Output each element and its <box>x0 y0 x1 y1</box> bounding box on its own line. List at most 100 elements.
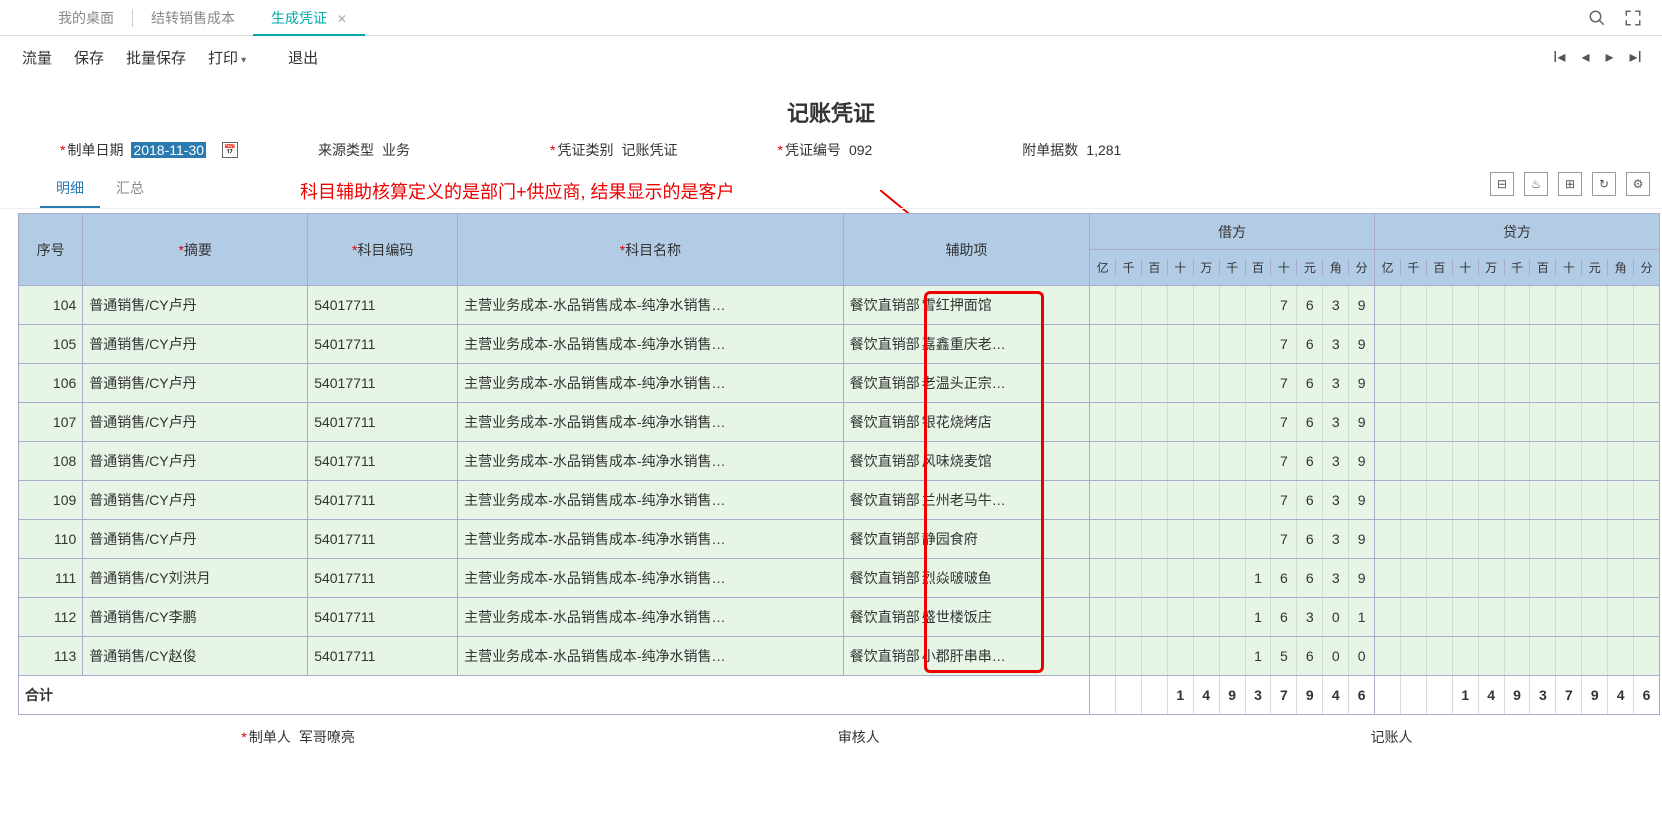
calendar-icon[interactable]: 📅 <box>222 142 238 158</box>
table-row[interactable]: 111普通销售/CY刘洪月54017711主营业务成本-水品销售成本-纯净水销售… <box>19 559 1660 598</box>
voucher-table: 序号 摘要 科目编码 科目名称 辅助项 借方 贷方 亿千百十万千百十元角分 亿千… <box>18 213 1660 715</box>
voucher-type-label: 凭证类别 <box>550 140 613 160</box>
toolbar-nav: I◂ ◂ ▸ ▸I <box>1553 47 1642 67</box>
voucher-type-field: 凭证类别 记账凭证 <box>550 140 677 160</box>
first-icon[interactable]: I◂ <box>1553 47 1565 67</box>
tool-icon-3[interactable]: ⊞ <box>1558 172 1582 196</box>
voucher-type-value[interactable]: 记账凭证 <box>621 140 677 160</box>
auditor-label: 审核人 <box>838 727 880 747</box>
tab-voucher-label: 生成凭证 <box>271 10 327 26</box>
tool-icon-4[interactable]: ↻ <box>1592 172 1616 196</box>
table-row[interactable]: 109普通销售/CY卢丹54017711主营业务成本-水品销售成本-纯净水销售…… <box>19 481 1660 520</box>
aux-customer: 小郡肝串串… <box>922 648 1006 664</box>
col-aux: 辅助项 <box>843 214 1089 286</box>
total-credit: 14937946 <box>1375 676 1660 715</box>
tab-voucher[interactable]: 生成凭证 ✕ <box>253 0 365 36</box>
maker-field: 制单人 军哥嘹亮 <box>241 727 354 747</box>
sub-tab-icons: ⊟ ♨ ⊞ ↻ ⚙ <box>1490 172 1650 196</box>
total-label: 合计 <box>19 676 1090 715</box>
prev-icon[interactable]: ◂ <box>1581 47 1589 67</box>
voucher-no-field: 凭证编号 092 <box>777 140 872 160</box>
table-row[interactable]: 113普通销售/CY赵俊54017711主营业务成本-水品销售成本-纯净水销售…… <box>19 637 1660 676</box>
tab-desktop[interactable]: 我的桌面 <box>40 0 132 36</box>
table-body: 104普通销售/CY卢丹54017711主营业务成本-水品销售成本-纯净水销售…… <box>19 286 1660 715</box>
aux-customer: 银花烧烤店 <box>922 414 992 430</box>
col-debit: 借方 <box>1090 214 1375 250</box>
col-credit: 贷方 <box>1375 214 1660 250</box>
booker-field: 记账人 <box>1371 727 1421 747</box>
top-right-icons <box>1588 0 1642 36</box>
close-icon[interactable]: ✕ <box>337 12 347 26</box>
toolbar: 流量 保存 批量保存 打印 退出 I◂ ◂ ▸ ▸I <box>0 36 1662 78</box>
total-debit: 14937946 <box>1090 676 1375 715</box>
table-head: 序号 摘要 科目编码 科目名称 辅助项 借方 贷方 亿千百十万千百十元角分 亿千… <box>19 214 1660 286</box>
booker-label: 记账人 <box>1371 727 1413 747</box>
source-value: 业务 <box>382 140 410 160</box>
table-row[interactable]: 104普通销售/CY卢丹54017711主营业务成本-水品销售成本-纯净水销售…… <box>19 286 1660 325</box>
aux-customer: 盛世楼饭庄 <box>922 609 992 625</box>
aux-dept: 餐饮直销部 <box>850 453 920 469</box>
col-seq: 序号 <box>19 214 83 286</box>
page-title: 记账凭证 <box>0 78 1662 140</box>
tab-cost[interactable]: 结转销售成本 <box>133 0 253 36</box>
table-row[interactable]: 105普通销售/CY卢丹54017711主营业务成本-水品销售成本-纯净水销售…… <box>19 325 1660 364</box>
fullscreen-icon[interactable] <box>1624 9 1642 27</box>
form-row: 制单日期 2018-11-30 📅 来源类型 业务 凭证类别 记账凭证 凭证编号… <box>0 140 1662 170</box>
date-label: 制单日期 <box>60 140 123 160</box>
tool-icon-2[interactable]: ♨ <box>1524 172 1548 196</box>
aux-dept: 餐饮直销部 <box>850 297 920 313</box>
table-row[interactable]: 110普通销售/CY卢丹54017711主营业务成本-水品销售成本-纯净水销售…… <box>19 520 1660 559</box>
col-name: 科目名称 <box>458 214 844 286</box>
search-icon[interactable] <box>1588 9 1606 27</box>
col-summary: 摘要 <box>83 214 308 286</box>
next-icon[interactable]: ▸ <box>1605 47 1613 67</box>
table-row[interactable]: 108普通销售/CY卢丹54017711主营业务成本-水品销售成本-纯净水销售…… <box>19 442 1660 481</box>
attach-value[interactable]: 1,281 <box>1086 142 1121 158</box>
aux-customer: 雪红押面馆 <box>922 297 992 313</box>
aux-dept: 餐饮直销部 <box>850 336 920 352</box>
batch-save-button[interactable]: 批量保存 <box>126 47 186 68</box>
print-button[interactable]: 打印 <box>208 47 246 68</box>
tool-icon-5[interactable]: ⚙ <box>1626 172 1650 196</box>
save-button[interactable]: 保存 <box>74 47 104 68</box>
voucher-no-value[interactable]: 092 <box>849 142 872 158</box>
flow-button[interactable]: 流量 <box>22 47 52 68</box>
date-value[interactable]: 2018-11-30 <box>131 142 206 158</box>
voucher-table-wrap: 序号 摘要 科目编码 科目名称 辅助项 借方 贷方 亿千百十万千百十元角分 亿千… <box>18 213 1660 715</box>
sub-tabs: 明细 汇总 ⊟ ♨ ⊞ ↻ ⚙ <box>0 170 1662 209</box>
tool-icon-1[interactable]: ⊟ <box>1490 172 1514 196</box>
aux-dept: 餐饮直销部 <box>850 375 920 391</box>
credit-digits-header: 亿千百十万千百十元角分 <box>1375 250 1660 286</box>
aux-dept: 餐饮直销部 <box>850 570 920 586</box>
aux-dept: 餐饮直销部 <box>850 609 920 625</box>
aux-dept: 餐饮直销部 <box>850 648 920 664</box>
attach-label: 附单据数 <box>1022 140 1078 160</box>
aux-customer: 兰州老马牛… <box>922 492 1006 508</box>
exit-button[interactable]: 退出 <box>288 47 318 68</box>
source-field: 来源类型 业务 <box>318 140 410 160</box>
total-row: 合计1493794614937946 <box>19 676 1660 715</box>
aux-customer: 风味烧麦馆 <box>922 453 992 469</box>
maker-value: 军哥嘹亮 <box>299 727 355 747</box>
col-code: 科目编码 <box>308 214 458 286</box>
source-label: 来源类型 <box>318 140 374 160</box>
last-icon[interactable]: ▸I <box>1630 47 1642 67</box>
top-tabs: 我的桌面 结转销售成本 生成凭证 ✕ <box>0 0 1662 36</box>
tab-summary[interactable]: 汇总 <box>100 170 160 208</box>
table-row[interactable]: 107普通销售/CY卢丹54017711主营业务成本-水品销售成本-纯净水销售…… <box>19 403 1660 442</box>
footer: 制单人 军哥嘹亮 审核人 记账人 <box>0 715 1662 759</box>
aux-customer: 嘉鑫重庆老… <box>922 336 1006 352</box>
date-field: 制单日期 2018-11-30 📅 <box>60 140 238 160</box>
tab-detail[interactable]: 明细 <box>40 170 100 208</box>
aux-dept: 餐饮直销部 <box>850 492 920 508</box>
voucher-no-label: 凭证编号 <box>777 140 840 160</box>
aux-customer: 静园食府 <box>922 531 978 547</box>
aux-customer: 老温头正宗… <box>922 375 1006 391</box>
debit-digits-header: 亿千百十万千百十元角分 <box>1090 250 1375 286</box>
table-row[interactable]: 106普通销售/CY卢丹54017711主营业务成本-水品销售成本-纯净水销售…… <box>19 364 1660 403</box>
maker-label: 制单人 <box>241 727 290 747</box>
attach-field: 附单据数 1,281 <box>1022 140 1121 160</box>
auditor-field: 审核人 <box>838 727 888 747</box>
table-row[interactable]: 112普通销售/CY李鹏54017711主营业务成本-水品销售成本-纯净水销售…… <box>19 598 1660 637</box>
aux-dept: 餐饮直销部 <box>850 414 920 430</box>
